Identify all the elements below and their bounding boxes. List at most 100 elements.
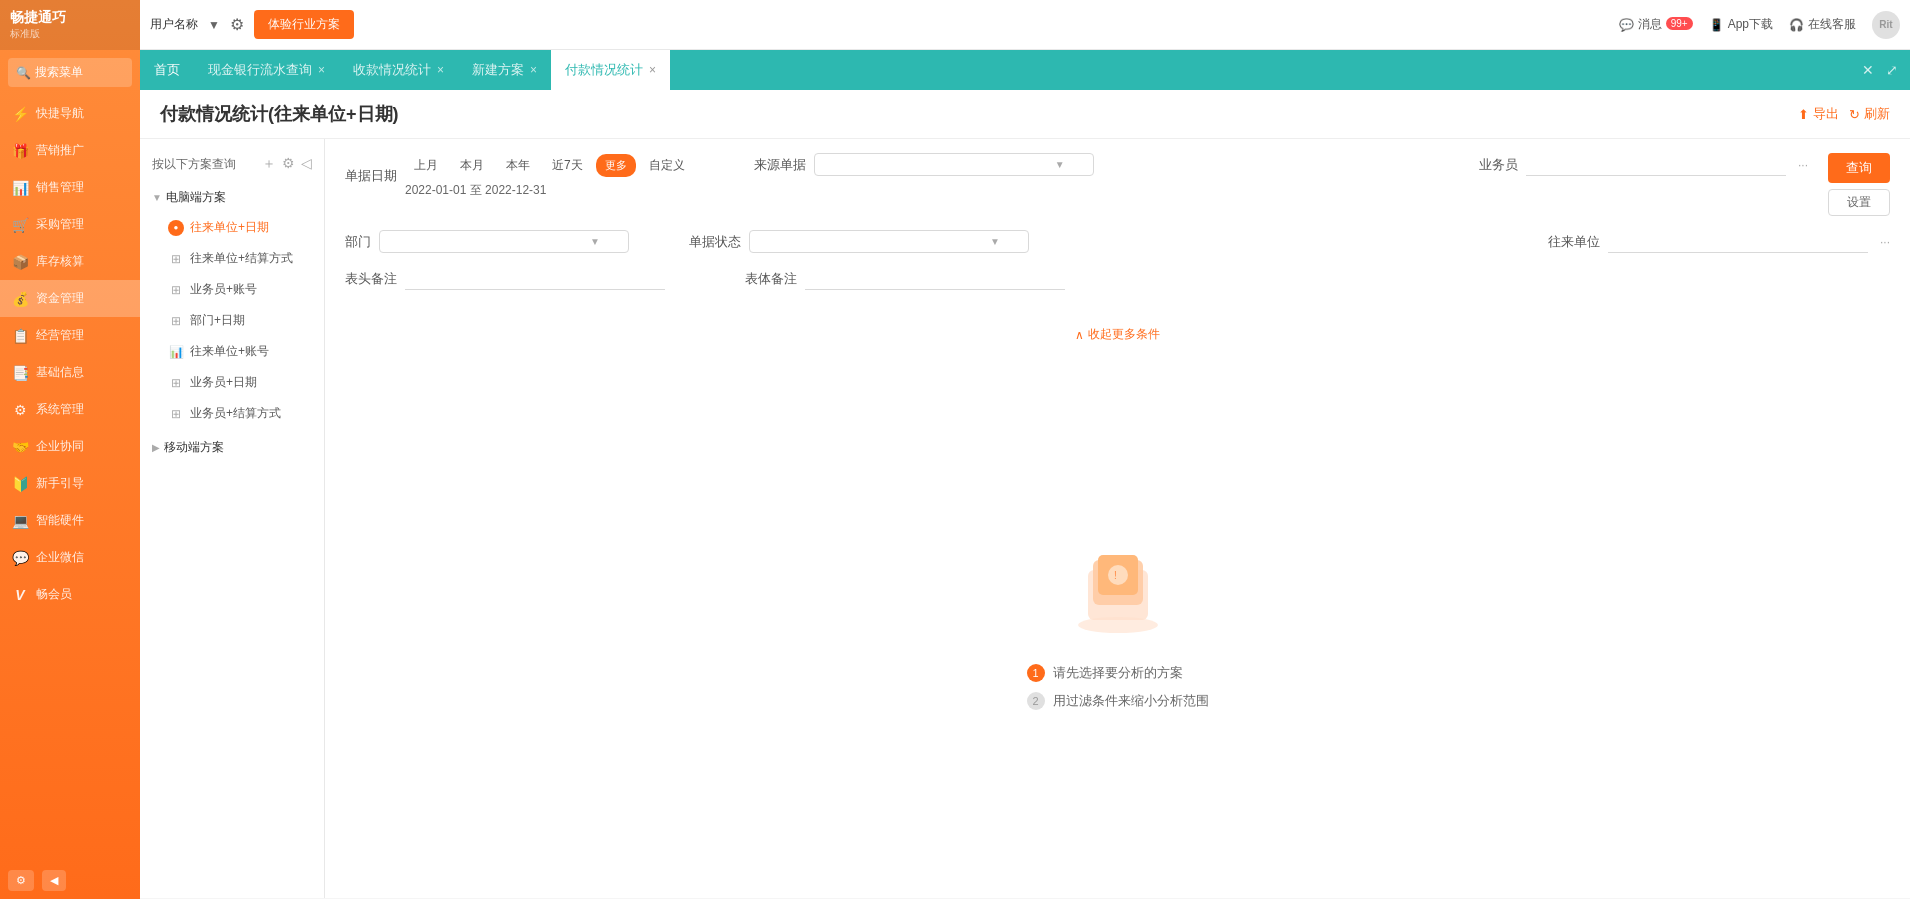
body-note-label: 表体备注 xyxy=(745,270,797,288)
body-note-input[interactable] xyxy=(805,267,1065,290)
export-btn[interactable]: ⬆ 导出 xyxy=(1798,105,1839,123)
sidebar-item-operations[interactable]: 📋 经营管理 xyxy=(0,317,140,354)
filter-actions: 查询 设置 xyxy=(1828,153,1890,216)
filter-settings-btn[interactable]: 设置 xyxy=(1828,189,1890,216)
tab-payment-stats-close[interactable]: × xyxy=(649,63,656,77)
sidebar-settings-btn[interactable]: ⚙ xyxy=(8,870,34,891)
date-btn-7days[interactable]: 近7天 xyxy=(543,153,592,178)
tab-cash-bank-close[interactable]: × xyxy=(318,63,325,77)
scheme-item-unit-account[interactable]: 📊 往来单位+账号 xyxy=(140,336,324,367)
tab-new-scheme-close[interactable]: × xyxy=(530,63,537,77)
collapse-more-btn[interactable]: ∧ 收起更多条件 xyxy=(325,318,1910,351)
sidebar-item-sales[interactable]: 📊 销售管理 xyxy=(0,169,140,206)
avatar-text: Rit xyxy=(1879,19,1892,30)
tip-text-2: 用过滤条件来缩小分析范围 xyxy=(1053,692,1209,710)
date-btn-custom[interactable]: 自定义 xyxy=(640,153,694,178)
avatar[interactable]: Rit xyxy=(1872,11,1900,39)
purchase-icon: 🛒 xyxy=(12,217,28,233)
right-content: 单据日期 上月 本月 本年 近7天 更多 自定义 20 xyxy=(325,139,1910,898)
partner-dots[interactable]: ··· xyxy=(1880,235,1890,249)
scheme-item-staff-date[interactable]: ⊞ 业务员+日期 xyxy=(140,367,324,398)
export-icon: ⬆ xyxy=(1798,107,1809,122)
tab-window-btns: ✕ ⤢ xyxy=(1850,50,1910,90)
desktop-scheme-group-title[interactable]: ▼ 电脑端方案 xyxy=(140,183,324,212)
filter-source-doc: 来源单据 ▼ xyxy=(754,153,1094,176)
messages-badge: 99+ xyxy=(1666,17,1693,30)
app-download-btn[interactable]: 📱 App下载 xyxy=(1709,16,1773,33)
mobile-scheme-group-title[interactable]: ▶ 移动端方案 xyxy=(140,433,324,462)
sidebar-item-marketing[interactable]: 🎁 营销推广 xyxy=(0,132,140,169)
header-settings-icon[interactable]: ⚙ xyxy=(230,15,244,34)
header-note-input[interactable] xyxy=(405,267,665,290)
sidebar-item-base-info[interactable]: 📑 基础信息 xyxy=(0,354,140,391)
empty-illustration: ! xyxy=(1058,540,1178,644)
sidebar-item-wechat[interactable]: 💬 企业微信 xyxy=(0,539,140,576)
collapse-panel-btn[interactable]: ◁ xyxy=(301,155,312,173)
filter-dept: 部门 ▼ xyxy=(345,230,629,253)
scheme-item-staff-account[interactable]: ⊞ 业务员+账号 xyxy=(140,274,324,305)
sidebar-item-cooperation[interactable]: 🤝 企业协同 xyxy=(0,428,140,465)
refresh-icon: ↻ xyxy=(1849,107,1860,122)
scheme-label: 往来单位+账号 xyxy=(190,343,269,360)
scheme-icon-unit-settle: ⊞ xyxy=(168,251,184,267)
date-btn-this-month[interactable]: 本月 xyxy=(451,153,493,178)
source-doc-select[interactable]: ▼ xyxy=(814,153,1094,176)
marketing-icon: 🎁 xyxy=(12,143,28,159)
sidebar-item-label: 快捷导航 xyxy=(36,105,84,122)
scheme-item-dept-date[interactable]: ⊞ 部门+日期 xyxy=(140,305,324,336)
scheme-item-unit-date[interactable]: ● 往来单位+日期 xyxy=(140,212,324,243)
messages-btn[interactable]: 💬 消息 99+ xyxy=(1619,16,1693,33)
sidebar-search[interactable]: 🔍 搜索菜单 xyxy=(8,58,132,87)
scheme-item-staff-settle[interactable]: ⊞ 业务员+结算方式 xyxy=(140,398,324,429)
sidebar-item-finance[interactable]: 💰 资金管理 xyxy=(0,280,140,317)
staff-input[interactable] xyxy=(1526,153,1786,176)
sidebar-item-label: 新手引导 xyxy=(36,475,84,492)
query-btn[interactable]: 查询 xyxy=(1828,153,1890,183)
tab-cash-bank[interactable]: 现金银行流水查询 × xyxy=(194,50,339,90)
staff-dots[interactable]: ··· xyxy=(1798,158,1808,172)
trial-btn[interactable]: 体验行业方案 xyxy=(254,10,354,39)
sidebar-item-hardware[interactable]: 💻 智能硬件 xyxy=(0,502,140,539)
partner-input[interactable] xyxy=(1608,230,1868,253)
online-service-btn[interactable]: 🎧 在线客服 xyxy=(1789,16,1856,33)
refresh-btn[interactable]: ↻ 刷新 xyxy=(1849,105,1890,123)
sidebar-item-guide[interactable]: 🔰 新手引导 xyxy=(0,465,140,502)
scheme-label: 业务员+账号 xyxy=(190,281,257,298)
date-btn-this-year[interactable]: 本年 xyxy=(497,153,539,178)
sidebar-item-system[interactable]: ⚙ 系统管理 xyxy=(0,391,140,428)
sidebar-item-member[interactable]: V 畅会员 xyxy=(0,576,140,613)
scheme-item-unit-settle[interactable]: ⊞ 往来单位+结算方式 xyxy=(140,243,324,274)
sidebar-item-quick-nav[interactable]: ⚡ 快捷导航 xyxy=(0,95,140,132)
scheme-icon-staff-account: ⊞ xyxy=(168,282,184,298)
tab-new-scheme[interactable]: 新建方案 × xyxy=(458,50,551,90)
tab-home[interactable]: 首页 xyxy=(140,50,194,90)
tab-collection-stats[interactable]: 收款情况统计 × xyxy=(339,50,458,90)
tab-payment-stats[interactable]: 付款情况统计 × xyxy=(551,50,670,90)
sidebar-item-purchase[interactable]: 🛒 采购管理 xyxy=(0,206,140,243)
header-dropdown-btn[interactable]: ▼ xyxy=(208,18,220,32)
dept-select[interactable]: ▼ xyxy=(379,230,629,253)
filter-doc-date: 单据日期 上月 本月 本年 近7天 更多 自定义 20 xyxy=(345,153,694,199)
base-info-icon: 📑 xyxy=(12,365,28,381)
sidebar-collapse-btn[interactable]: ◀ xyxy=(42,870,66,891)
filter-row-3: 表头备注 表体备注 xyxy=(345,267,1890,290)
scheme-settings-btn[interactable]: ⚙ xyxy=(282,155,295,173)
maximize-window-btn[interactable]: ⤢ xyxy=(1882,60,1902,80)
sidebar-item-inventory[interactable]: 📦 库存核算 xyxy=(0,243,140,280)
doc-status-select[interactable]: ▼ xyxy=(749,230,1029,253)
messages-label: 消息 xyxy=(1638,16,1662,33)
date-btn-more[interactable]: 更多 xyxy=(596,154,636,177)
sidebar-item-label: 经营管理 xyxy=(36,327,84,344)
add-scheme-btn[interactable]: ＋ xyxy=(262,155,276,173)
doc-date-label: 单据日期 xyxy=(345,167,397,185)
scheme-icon-staff-settle: ⊞ xyxy=(168,406,184,422)
source-doc-label: 来源单据 xyxy=(754,156,806,174)
system-icon: ⚙ xyxy=(12,402,28,418)
sidebar-item-label: 企业微信 xyxy=(36,549,84,566)
tab-collection-stats-close[interactable]: × xyxy=(437,63,444,77)
close-window-btn[interactable]: ✕ xyxy=(1858,60,1878,80)
date-btn-last-month[interactable]: 上月 xyxy=(405,153,447,178)
empty-icon: ! xyxy=(1058,540,1178,640)
sidebar-item-label: 库存核算 xyxy=(36,253,84,270)
cooperation-icon: 🤝 xyxy=(12,439,28,455)
